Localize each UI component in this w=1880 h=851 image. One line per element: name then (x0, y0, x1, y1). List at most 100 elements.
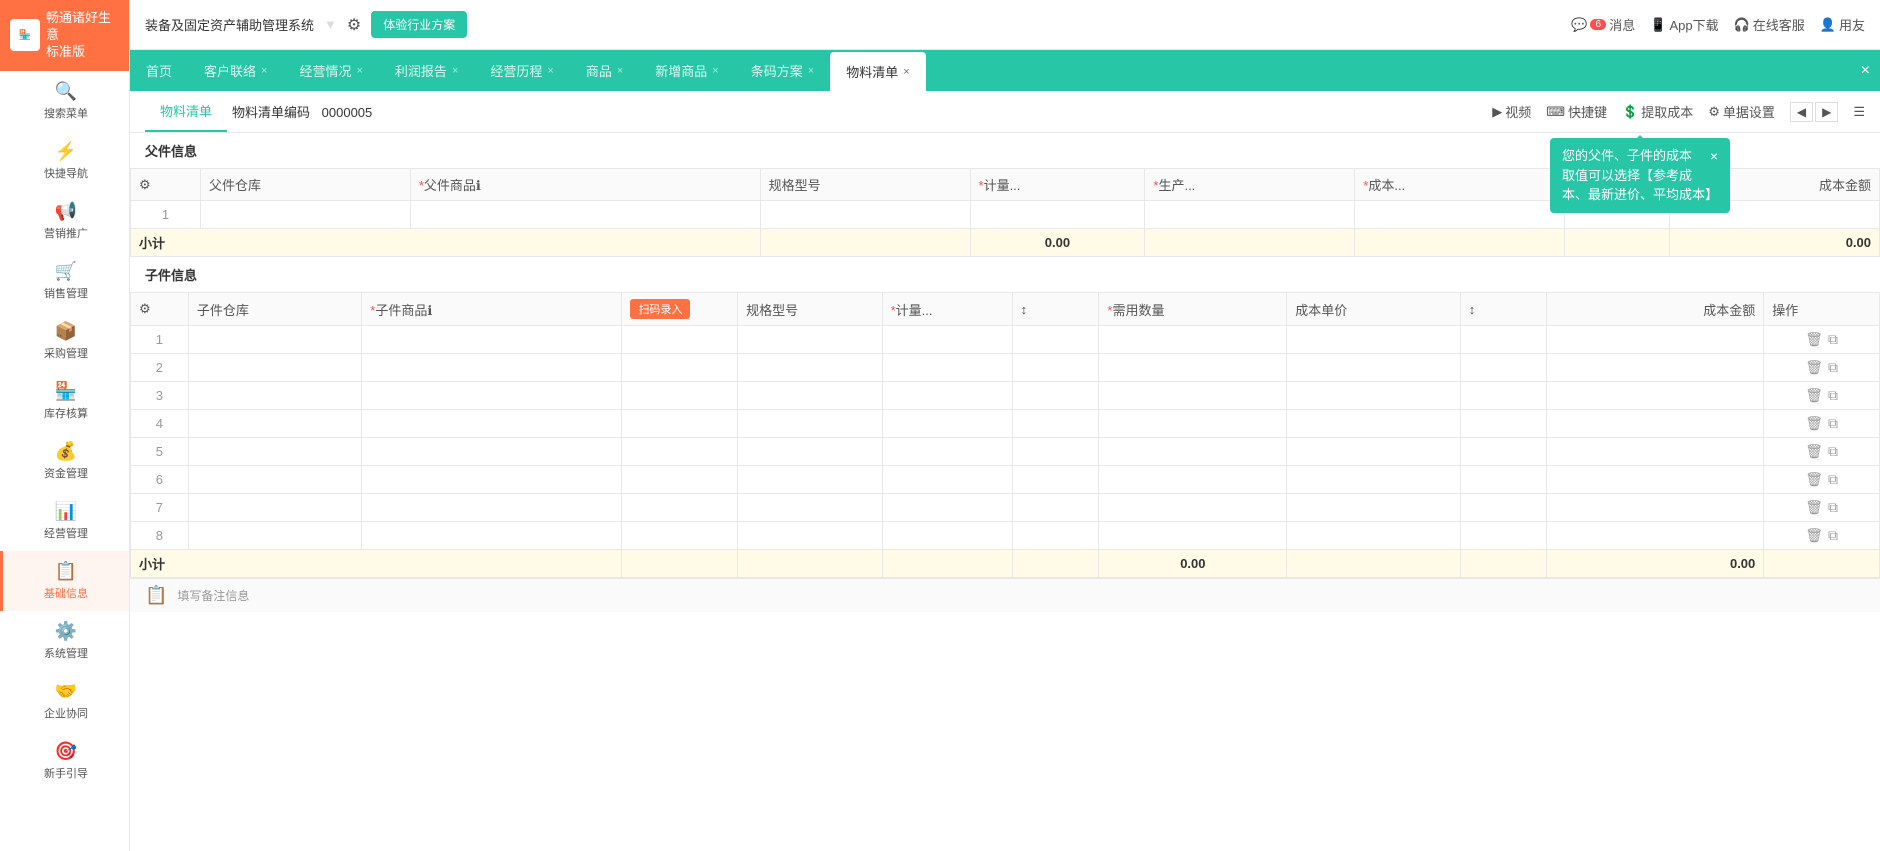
tab-customer[interactable]: 客户联络 × (188, 51, 283, 90)
child-row-5-unit-cost[interactable] (1287, 438, 1460, 466)
tab-history-close[interactable]: × (547, 65, 553, 77)
child-row-3-quantity[interactable] (1099, 382, 1287, 410)
child-row-3-unit-cost[interactable] (1287, 382, 1460, 410)
tab-operation-status-close[interactable]: × (356, 65, 362, 77)
sidebar-item-system[interactable]: ⚙️ 系统管理 (0, 611, 129, 671)
tab-barcode[interactable]: 条码方案 × (735, 51, 830, 90)
child-row-8-goods[interactable] (362, 522, 622, 550)
child-row-8-warehouse[interactable] (188, 522, 361, 550)
delete-icon[interactable]: 🗑 (1805, 415, 1823, 432)
child-row-4-spec[interactable] (738, 410, 883, 438)
child-row-2-goods[interactable] (362, 354, 622, 382)
child-row-2-unit[interactable] (882, 354, 1012, 382)
child-row-6-warehouse[interactable] (188, 466, 361, 494)
delete-icon[interactable]: 🗑 (1805, 499, 1823, 516)
child-row-4-quantity[interactable] (1099, 410, 1287, 438)
nav-prev-btn[interactable]: ◀ (1790, 102, 1813, 122)
sidebar-item-search[interactable]: 🔍 搜索菜单 (0, 71, 129, 131)
sidebar-item-collab[interactable]: 🤝 企业协同 (0, 671, 129, 731)
tab-goods-close[interactable]: × (617, 65, 623, 77)
child-row-5-unit[interactable] (882, 438, 1012, 466)
parent-row-1-warehouse[interactable] (200, 201, 410, 229)
child-row-2-quantity[interactable] (1099, 354, 1287, 382)
child-row-6-goods[interactable] (362, 466, 622, 494)
child-row-2-warehouse[interactable] (188, 354, 361, 382)
child-row-6-unit[interactable] (882, 466, 1012, 494)
nav-next-btn[interactable]: ▶ (1815, 102, 1838, 122)
toolbar-video[interactable]: ▶ 视频 (1492, 102, 1531, 121)
parent-row-1-production[interactable] (1145, 201, 1355, 229)
sub-tab-bom-list[interactable]: 物料清单 (145, 91, 227, 132)
try-btn[interactable]: 体验行业方案 (371, 11, 467, 38)
message-action[interactable]: 💬 6 消息 (1571, 15, 1635, 34)
copy-icon[interactable]: ⧉ (1828, 387, 1838, 404)
sidebar-item-guide[interactable]: 🎯 新手引导 (0, 731, 129, 791)
sidebar-item-purchase[interactable]: 📦 采购管理 (0, 311, 129, 371)
tab-new-goods[interactable]: 新增商品 × (639, 51, 734, 90)
tab-bom-close[interactable]: × (903, 66, 909, 78)
child-row-7-goods[interactable] (362, 494, 622, 522)
child-row-3-spec[interactable] (738, 382, 883, 410)
child-row-2-unit-cost[interactable] (1287, 354, 1460, 382)
copy-icon[interactable]: ⧉ (1828, 415, 1838, 432)
child-row-7-warehouse[interactable] (188, 494, 361, 522)
toolbar-cost[interactable]: 💲 提取成本 (1622, 102, 1693, 121)
child-row-1-spec[interactable] (738, 326, 883, 354)
tab-barcode-close[interactable]: × (808, 65, 814, 77)
child-row-4-unit-cost[interactable] (1287, 410, 1460, 438)
sidebar-item-finance[interactable]: 💰 资金管理 (0, 431, 129, 491)
parent-row-1-cost[interactable] (1355, 201, 1565, 229)
parent-row-1-goods[interactable] (410, 201, 760, 229)
delete-icon[interactable]: 🗑 (1805, 471, 1823, 488)
tab-bar-close-btn[interactable]: × (1851, 52, 1880, 90)
sidebar-item-inventory[interactable]: 🏪 库存核算 (0, 371, 129, 431)
sidebar-item-nav[interactable]: ⚡ 快捷导航 (0, 131, 129, 191)
child-row-3-unit[interactable] (882, 382, 1012, 410)
tab-customer-close[interactable]: × (261, 65, 267, 77)
delete-icon[interactable]: 🗑 (1805, 527, 1823, 544)
tab-goods[interactable]: 商品 × (570, 51, 639, 90)
tab-new-goods-close[interactable]: × (712, 65, 718, 77)
copy-icon[interactable]: ⧉ (1828, 527, 1838, 544)
child-row-2-spec[interactable] (738, 354, 883, 382)
child-row-3-goods[interactable] (362, 382, 622, 410)
sidebar-item-marketing[interactable]: 📢 营销推广 (0, 191, 129, 251)
child-row-8-unit-cost[interactable] (1287, 522, 1460, 550)
tab-history[interactable]: 经营历程 × (474, 51, 569, 90)
tab-home[interactable]: 首页 (130, 51, 188, 90)
child-row-5-warehouse[interactable] (188, 438, 361, 466)
child-row-6-unit-cost[interactable] (1287, 466, 1460, 494)
scan-btn[interactable]: 扫码录入 (630, 299, 690, 319)
copy-icon[interactable]: ⧉ (1828, 499, 1838, 516)
child-row-5-quantity[interactable] (1099, 438, 1287, 466)
child-row-1-quantity[interactable] (1099, 326, 1287, 354)
toolbar-list-view[interactable]: ☰ (1853, 104, 1865, 120)
child-row-5-goods[interactable] (362, 438, 622, 466)
child-row-4-goods[interactable] (362, 410, 622, 438)
child-row-6-spec[interactable] (738, 466, 883, 494)
app-download-action[interactable]: 📱 App下载 (1650, 15, 1718, 34)
child-row-3-warehouse[interactable] (188, 382, 361, 410)
parent-col-settings[interactable]: ⚙ (131, 169, 201, 201)
child-row-1-warehouse[interactable] (188, 326, 361, 354)
child-row-1-unit-cost[interactable] (1287, 326, 1460, 354)
tab-profit[interactable]: 利润报告 × (379, 51, 474, 90)
child-row-7-spec[interactable] (738, 494, 883, 522)
delete-icon[interactable]: 🗑 (1805, 387, 1823, 404)
sidebar-item-operation[interactable]: 📊 经营管理 (0, 491, 129, 551)
customer-service-action[interactable]: 🎧 在线客服 (1734, 15, 1805, 34)
sidebar-item-basic[interactable]: 📋 基础信息 (0, 551, 129, 611)
parent-row-1-unit[interactable] (970, 201, 1145, 229)
user-action[interactable]: 👤 用友 (1820, 15, 1865, 34)
delete-icon[interactable]: 🗑 (1805, 443, 1823, 460)
child-row-7-quantity[interactable] (1099, 494, 1287, 522)
copy-icon[interactable]: ⧉ (1828, 331, 1838, 348)
child-row-7-unit[interactable] (882, 494, 1012, 522)
child-row-7-unit-cost[interactable] (1287, 494, 1460, 522)
tab-profit-close[interactable]: × (452, 65, 458, 77)
tab-operation-status[interactable]: 经营情况 × (283, 51, 378, 90)
tooltip-close-btn[interactable]: × (1710, 146, 1718, 167)
copy-icon[interactable]: ⧉ (1828, 471, 1838, 488)
settings-gear-icon[interactable]: ⚙ (347, 15, 361, 35)
child-row-1-unit[interactable] (882, 326, 1012, 354)
